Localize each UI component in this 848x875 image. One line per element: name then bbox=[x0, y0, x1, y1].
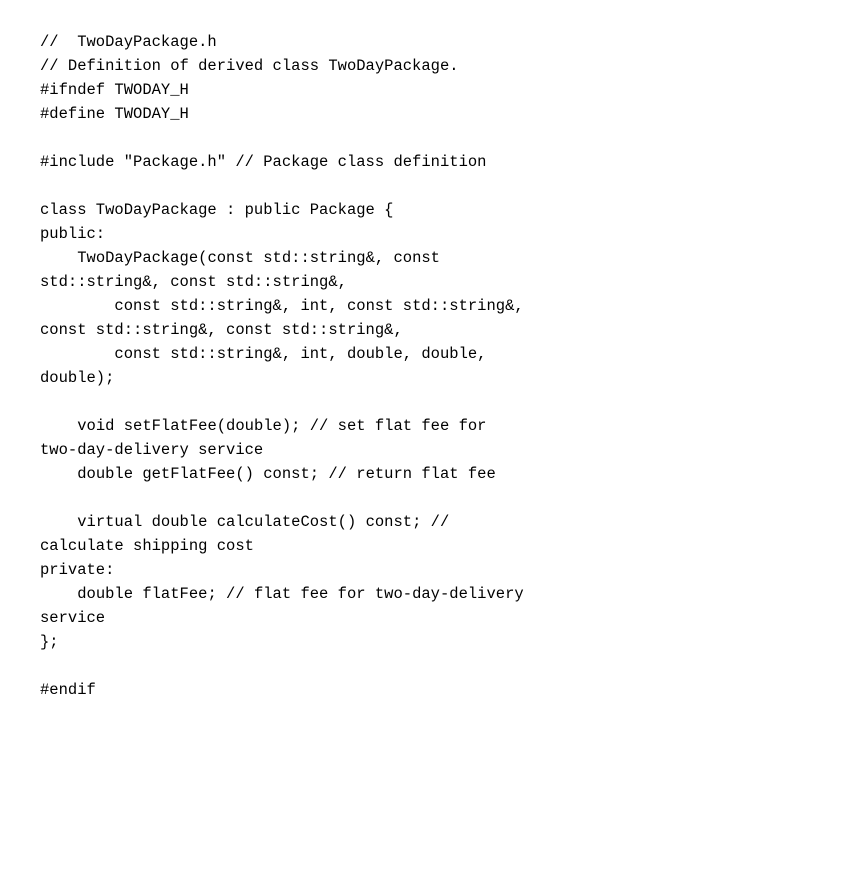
code-content: // TwoDayPackage.h // Definition of deri… bbox=[40, 30, 808, 702]
code-container: // TwoDayPackage.h // Definition of deri… bbox=[0, 0, 848, 875]
